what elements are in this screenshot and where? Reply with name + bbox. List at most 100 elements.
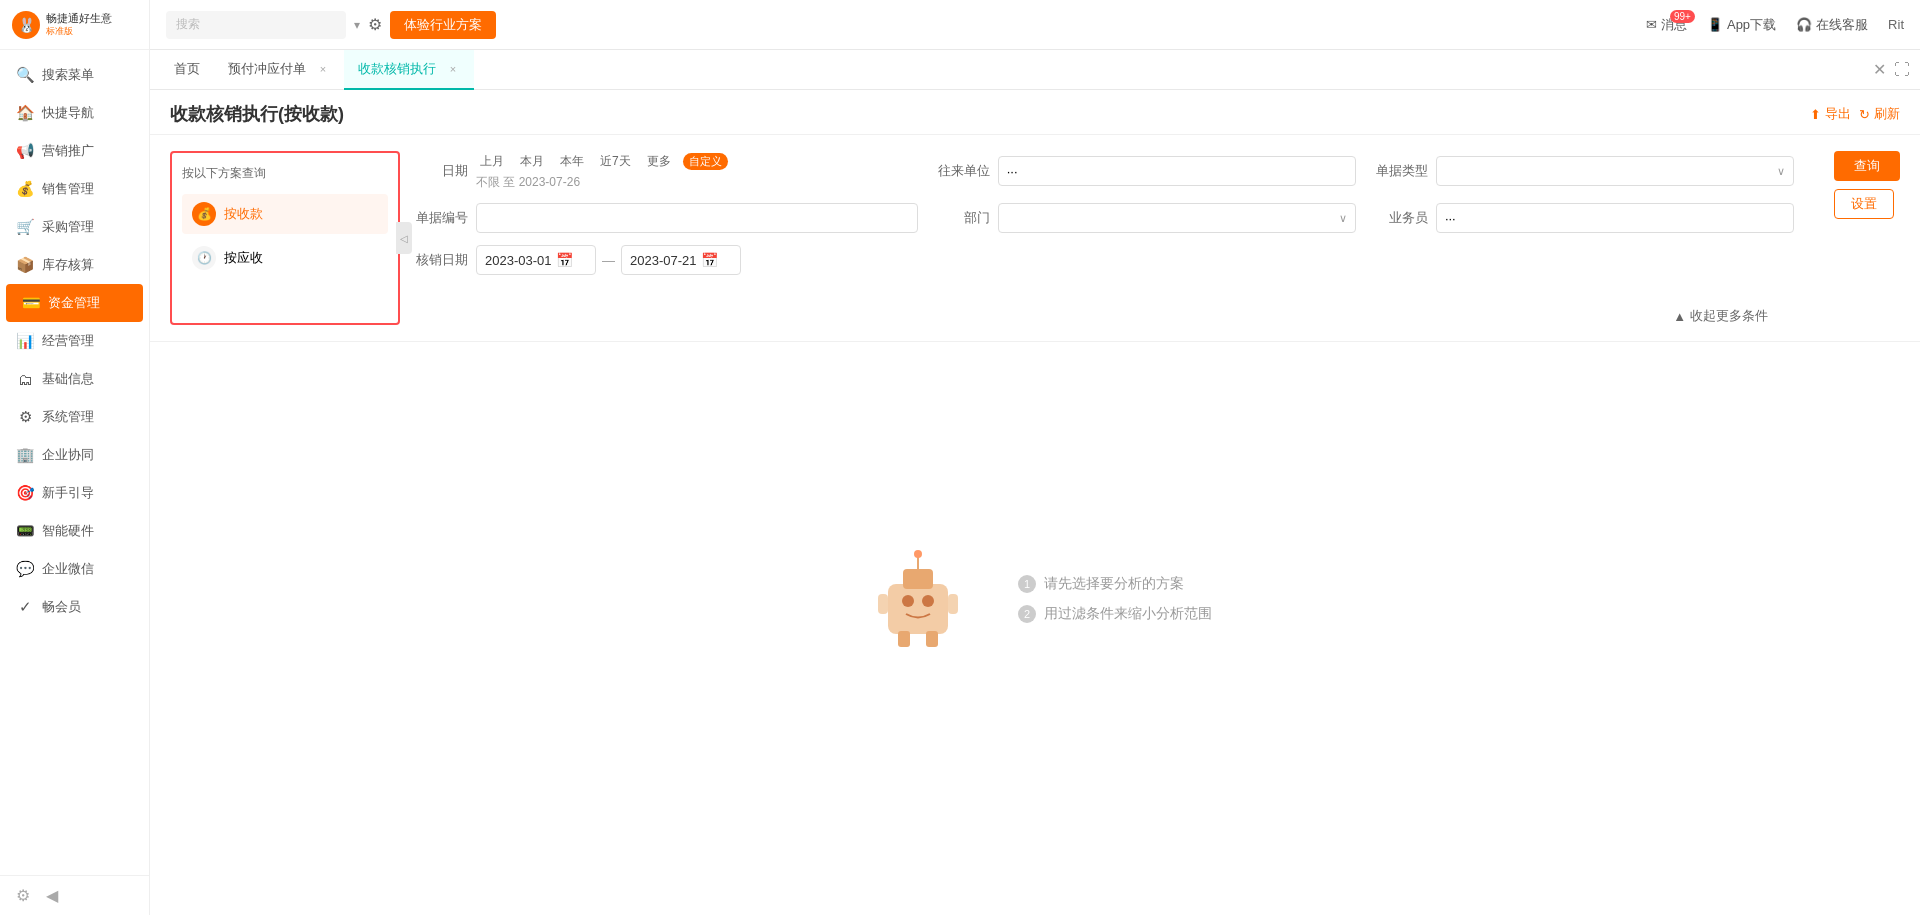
hint-num-2: 2 (1018, 605, 1036, 623)
date-shortcut-last-month[interactable]: 上月 (476, 151, 508, 172)
empty-illustration (858, 539, 978, 659)
hint-text-1: 请先选择要分析的方案 (1044, 575, 1184, 593)
filter-row-3: 核销日期 2023-03-01 📅 — 2023-07-21 (416, 245, 1794, 275)
filter-row-1: 日期 上月 本月 本年 近7天 更多 自定义 (416, 151, 1794, 191)
refresh-button[interactable]: ↻ 刷新 (1859, 105, 1900, 123)
svg-rect-0 (888, 584, 948, 634)
service-icon: 🎧 (1796, 17, 1812, 32)
tab-home-label: 首页 (174, 60, 200, 78)
message-btn[interactable]: ✉ 消息 99+ (1646, 16, 1687, 34)
page-title-actions: ⬆ 导出 ↻ 刷新 (1810, 105, 1900, 123)
settings-gear-icon[interactable]: ⚙ (368, 15, 382, 34)
salesperson-select[interactable]: ··· (1436, 203, 1794, 233)
online-service-btn[interactable]: 🎧 在线客服 (1796, 16, 1868, 34)
sidebar-item-system[interactable]: ⚙ 系统管理 (0, 398, 149, 436)
tab-maximize-icon[interactable]: ⛶ (1894, 61, 1910, 79)
verify-date-field-group: 核销日期 2023-03-01 📅 — 2023-07-21 (416, 245, 1794, 275)
svg-rect-4 (878, 594, 888, 614)
calendar-start-icon: 📅 (556, 252, 573, 268)
sidebar-item-marketing[interactable]: 📢 营销推广 (0, 132, 149, 170)
filter-fields-section: 日期 上月 本月 本年 近7天 更多 自定义 (400, 135, 1814, 295)
sidebar-item-operation[interactable]: 📊 经营管理 (0, 322, 149, 360)
sidebar-nav: 🔍 搜索菜单 🏠 快捷导航 📢 营销推广 💰 销售管理 🛒 采购管理 📦 库存核… (0, 50, 149, 875)
export-label: 导出 (1825, 105, 1851, 123)
sidebar-item-label: 智能硬件 (42, 522, 94, 540)
user-name[interactable]: Rit (1888, 17, 1904, 32)
export-button[interactable]: ⬆ 导出 (1810, 105, 1851, 123)
sidebar-item-quick-nav[interactable]: 🏠 快捷导航 (0, 94, 149, 132)
sidebar-item-label: 基础信息 (42, 370, 94, 388)
svg-point-3 (922, 595, 934, 607)
tab-home[interactable]: 首页 (160, 50, 214, 90)
tab-receipt-verify-label: 收款核销执行 (358, 60, 436, 78)
empty-state: 1 请先选择要分析的方案 2 用过滤条件来缩小分析范围 (150, 342, 1920, 915)
sidebar-item-search[interactable]: 🔍 搜索菜单 (0, 56, 149, 94)
svg-point-2 (902, 595, 914, 607)
sidebar-item-base-info[interactable]: 🗂 基础信息 (0, 360, 149, 398)
collapse-chevron-icon: ▲ (1673, 309, 1686, 324)
sales-icon: 💰 (16, 180, 34, 198)
header-search-box[interactable]: 搜索 (166, 11, 346, 39)
wx-icon: 💬 (16, 560, 34, 578)
calendar-end-icon: 📅 (701, 252, 718, 268)
filter-receipt-icon: 💰 (192, 202, 216, 226)
system-icon: ⚙ (16, 408, 34, 426)
doc-type-select[interactable]: ∨ (1436, 156, 1794, 186)
settings-icon[interactable]: ⚙ (16, 886, 30, 905)
collapse-more-btn[interactable]: ▲ 收起更多条件 (1667, 301, 1774, 331)
filter-option-by-receivable[interactable]: 🕐 按应收 (182, 238, 388, 278)
department-select[interactable]: ∨ (998, 203, 1356, 233)
filter-receivable-label: 按应收 (224, 249, 263, 267)
sidebar-item-finance[interactable]: 💳 资金管理 (6, 284, 143, 322)
app-download-btn[interactable]: 📱 App下载 (1707, 16, 1776, 34)
sidebar-item-purchase[interactable]: 🛒 采购管理 (0, 208, 149, 246)
sidebar-item-guide[interactable]: 🎯 新手引导 (0, 474, 149, 512)
verify-date-start-input[interactable]: 2023-03-01 📅 (476, 245, 596, 275)
doc-number-label: 单据编号 (416, 209, 468, 227)
sidebar-item-sales[interactable]: 💰 销售管理 (0, 170, 149, 208)
doc-number-input[interactable] (476, 203, 918, 233)
tab-receipt-verify-close-icon[interactable]: × (446, 62, 460, 76)
date-shortcut-this-month[interactable]: 本月 (516, 151, 548, 172)
counterparty-field-group: 往来单位 ··· (938, 156, 1356, 186)
sidebar-item-smart-hw[interactable]: 📟 智能硬件 (0, 512, 149, 550)
collapse-filter-panel-btn[interactable]: ◁ (396, 222, 412, 254)
sidebar-item-label: 库存核算 (42, 256, 94, 274)
date-shortcut-this-year[interactable]: 本年 (556, 151, 588, 172)
page-title-bar: 收款核销执行(按收款) ⬆ 导出 ↻ 刷新 (150, 90, 1920, 135)
sidebar-item-label: 快捷导航 (42, 104, 94, 122)
date-shortcuts-area: 上月 本月 本年 近7天 更多 自定义 不限 至 2023-07-26 (476, 151, 728, 191)
salesperson-field-group: 业务员 ··· (1376, 203, 1794, 233)
collapse-more-row: ▲ 收起更多条件 (400, 295, 1814, 341)
dropdown-icon[interactable]: ▾ (354, 18, 360, 32)
trial-btn[interactable]: 体验行业方案 (390, 11, 496, 39)
date-shortcut-7days[interactable]: 近7天 (596, 151, 635, 172)
department-label: 部门 (938, 209, 990, 227)
export-icon: ⬆ (1810, 107, 1821, 122)
filter-panel-title: 按以下方案查询 (182, 165, 388, 182)
counterparty-select[interactable]: ··· (998, 156, 1356, 186)
svg-rect-1 (903, 569, 933, 589)
date-custom-badge[interactable]: 自定义 (683, 153, 728, 170)
tab-close-all-icon[interactable]: ✕ (1873, 60, 1886, 79)
department-field-group: 部门 ∨ (938, 203, 1356, 233)
verify-date-range: 2023-03-01 📅 — 2023-07-21 📅 (476, 245, 741, 275)
sidebar-item-wx[interactable]: 💬 企业微信 (0, 550, 149, 588)
date-shortcut-more[interactable]: 更多 (643, 151, 675, 172)
verify-date-end-input[interactable]: 2023-07-21 📅 (621, 245, 741, 275)
collapse-sidebar-icon[interactable]: ◀ (46, 886, 58, 905)
message-icon: ✉ (1646, 17, 1657, 32)
counterparty-dots: ··· (1007, 164, 1018, 179)
tab-prepay-close-icon[interactable]: × (316, 62, 330, 76)
setting-button[interactable]: 设置 (1834, 189, 1894, 219)
sidebar-item-member[interactable]: ✓ 畅会员 (0, 588, 149, 626)
sidebar-item-enterprise[interactable]: 🏢 企业协同 (0, 436, 149, 474)
sidebar-item-label: 企业微信 (42, 560, 94, 578)
query-button[interactable]: 查询 (1834, 151, 1900, 181)
filter-option-by-receipt[interactable]: 💰 按收款 (182, 194, 388, 234)
app-logo: 🐰 畅捷通好生意 标准版 (0, 0, 149, 50)
tab-prepay[interactable]: 预付冲应付单 × (214, 50, 344, 90)
filter-row-2: 单据编号 部门 ∨ (416, 203, 1794, 233)
sidebar-item-inventory[interactable]: 📦 库存核算 (0, 246, 149, 284)
tab-receipt-verify[interactable]: 收款核销执行 × (344, 50, 474, 90)
